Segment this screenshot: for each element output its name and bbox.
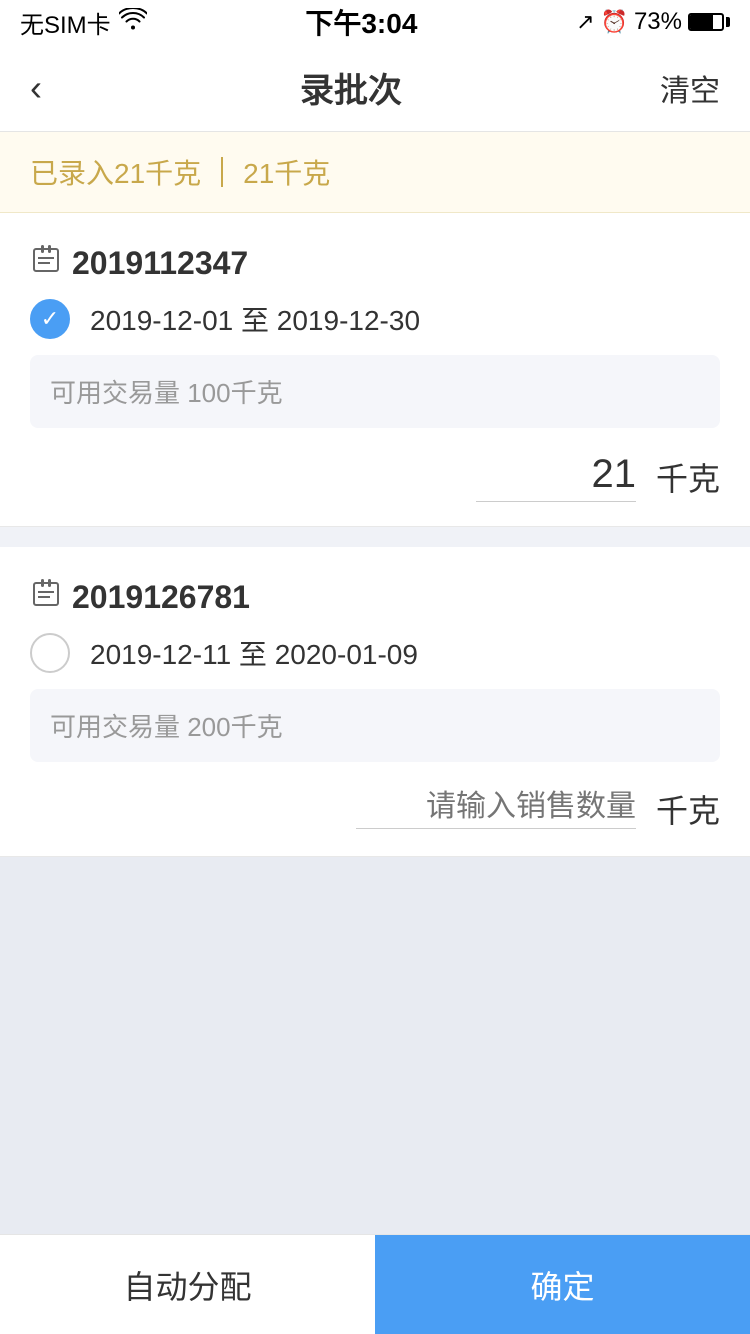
batch-card-1: 2019112347 ✓ 2019-12-01 至 2019-12-30 可用交… [0, 213, 750, 428]
batch-1-date-row[interactable]: ✓ 2019-12-01 至 2019-12-30 [30, 299, 720, 339]
nav-bar: ‹ 录批次 清空 [0, 44, 750, 132]
batch-1-avail-text: 可用交易量 100千克 [50, 378, 283, 408]
batch-2-date: 2019-12-11 至 2020-01-09 [90, 633, 418, 673]
info-banner: 已录入21千克 21千克 [0, 132, 750, 213]
batch-2-qty-input[interactable] [356, 790, 636, 824]
batch-1-unit: 千克 [656, 454, 720, 500]
status-bar: 无SIM卡 下午3:04 ↗ ⏰ 73% [0, 0, 750, 44]
battery-percent: 73% [634, 8, 682, 36]
back-button[interactable]: ‹ [30, 67, 42, 109]
batch-2-input-underline [356, 828, 636, 829]
wifi-icon [119, 8, 147, 37]
batch-card-2: 2019126781 2019-12-11 至 2020-01-09 可用交易量… [0, 547, 750, 762]
batch-2-icon [30, 577, 62, 617]
status-time: 下午3:04 [305, 2, 417, 42]
batch-1-date: 2019-12-01 至 2019-12-30 [90, 299, 420, 339]
batch-2-avail-text: 可用交易量 200千克 [50, 712, 283, 742]
auto-distribute-button[interactable]: 自动分配 [0, 1235, 375, 1334]
carrier-label: 无SIM卡 [20, 5, 111, 40]
recorded-amount: 已录入21千克 [30, 152, 201, 192]
gray-area [0, 857, 750, 1237]
batch-2-avail: 可用交易量 200千克 [30, 689, 720, 762]
info-divider [221, 157, 223, 187]
batch-2-id: 2019126781 [72, 579, 250, 616]
batch-2-date-row[interactable]: 2019-12-11 至 2020-01-09 [30, 633, 720, 673]
batch-1-qty-input[interactable] [556, 452, 636, 497]
batch-2-radio[interactable] [30, 633, 70, 673]
batch-2-qty-wrapper[interactable] [356, 790, 636, 829]
clear-button[interactable]: 清空 [660, 66, 720, 110]
batch-2-unit: 千克 [656, 786, 720, 832]
location-icon: ↗ [576, 9, 594, 35]
batch-1-icon [30, 243, 62, 283]
batch-2-header: 2019126781 [30, 577, 720, 617]
status-right: ↗ ⏰ 73% [576, 8, 730, 36]
batch-1-id: 2019112347 [72, 245, 248, 282]
page-title: 录批次 [300, 63, 402, 112]
status-left: 无SIM卡 [20, 5, 147, 40]
batch-1-qty-wrapper[interactable] [476, 452, 636, 502]
batch-1-input-underline [476, 501, 636, 502]
batch-1-header: 2019112347 [30, 243, 720, 283]
batch-1-radio[interactable]: ✓ [30, 299, 70, 339]
total-amount: 21千克 [243, 152, 330, 192]
alarm-icon: ⏰ [601, 9, 628, 35]
bottom-bar: 自动分配 确定 [0, 1234, 750, 1334]
batch-1-check-icon: ✓ [41, 306, 59, 332]
confirm-button[interactable]: 确定 [375, 1235, 750, 1334]
batch-1-avail: 可用交易量 100千克 [30, 355, 720, 428]
section-separator-1 [0, 527, 750, 547]
batch-1-qty-row: 千克 [0, 428, 750, 527]
battery-indicator [688, 13, 730, 31]
batch-2-qty-row: 千克 [0, 762, 750, 857]
